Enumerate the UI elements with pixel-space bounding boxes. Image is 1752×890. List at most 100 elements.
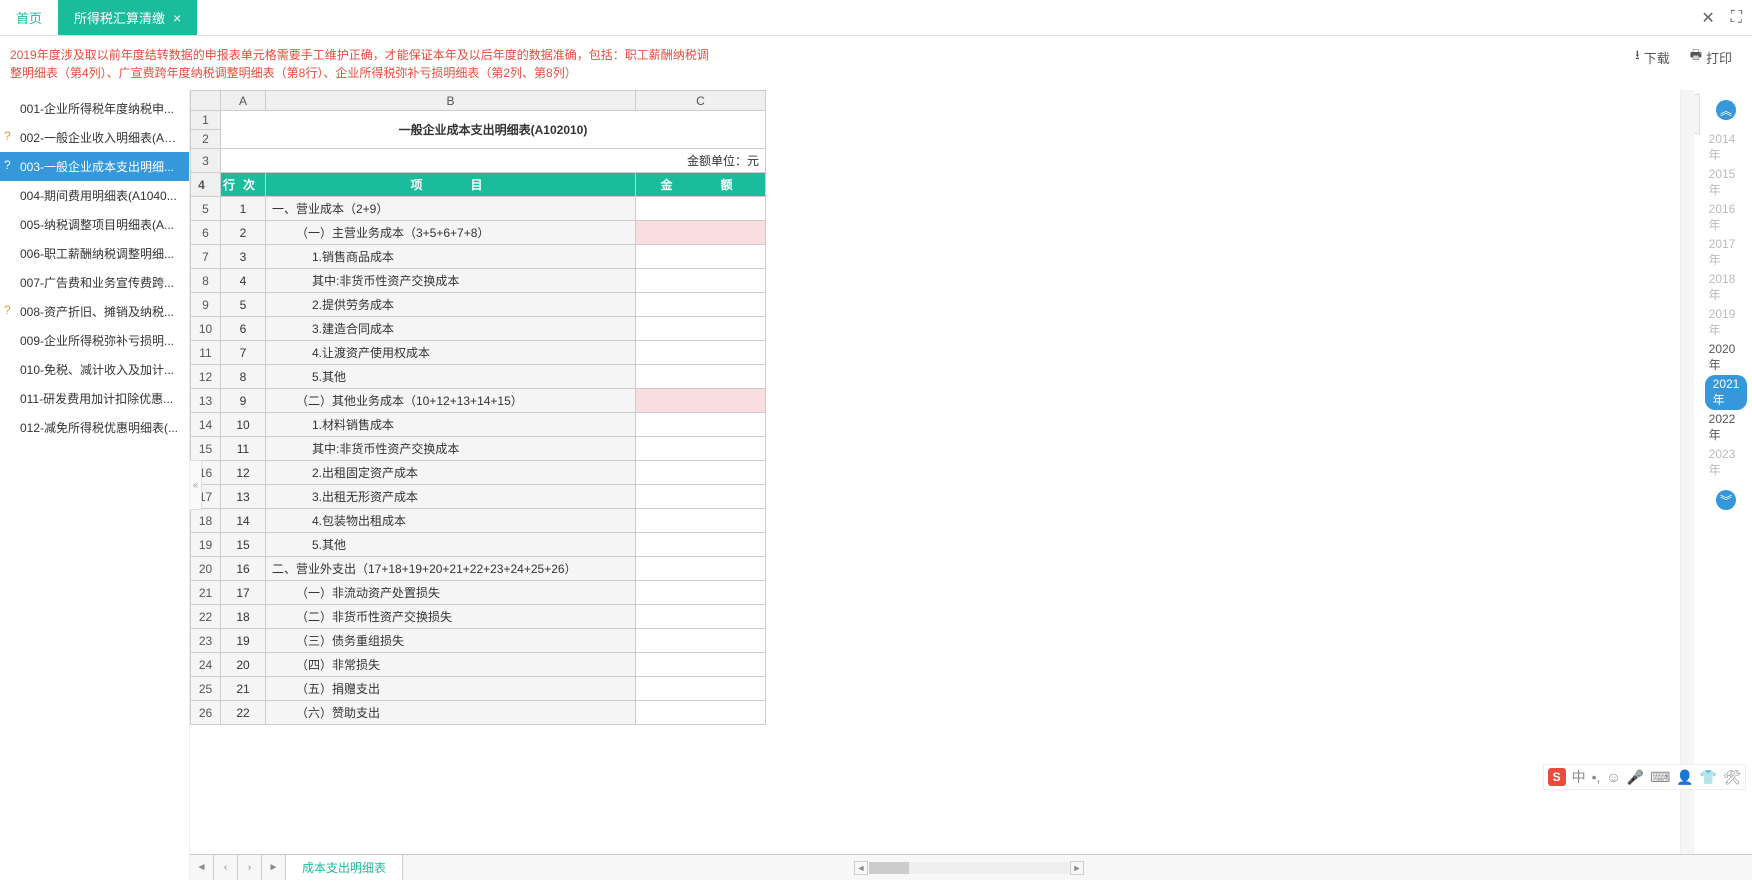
cell-rowno[interactable]: 16: [221, 557, 266, 581]
ime-tool-icon[interactable]: 🛠: [1723, 769, 1741, 786]
fullscreen-icon[interactable]: ⛶: [1731, 9, 1742, 27]
sidebar-item-form-8[interactable]: ?008-资产折旧、摊销及纳税...: [0, 297, 189, 326]
cell-item[interactable]: 4.包装物出租成本: [266, 509, 636, 533]
cell-rowno[interactable]: 7: [221, 341, 266, 365]
cell-item[interactable]: 3.出租无形资产成本: [266, 485, 636, 509]
row-header[interactable]: 3: [191, 149, 221, 173]
ime-lang-icon[interactable]: 中: [1572, 767, 1586, 787]
cell-amount[interactable]: [636, 485, 766, 509]
row-header[interactable]: 14: [191, 413, 221, 437]
cell-rowno[interactable]: 8: [221, 365, 266, 389]
ime-punct-icon[interactable]: •,: [1592, 769, 1601, 785]
cell-amount[interactable]: [636, 197, 766, 221]
hscroll-track[interactable]: [869, 862, 1069, 874]
cell-amount[interactable]: [636, 365, 766, 389]
sidebar-item-form-12[interactable]: 012-减免所得税优惠明细表(...: [0, 413, 189, 442]
sidebar-collapse-handle[interactable]: «: [190, 460, 202, 510]
cell-item[interactable]: 5.其他: [266, 365, 636, 389]
cell-rowno[interactable]: 6: [221, 317, 266, 341]
cell-item[interactable]: 4.让渡资产使用权成本: [266, 341, 636, 365]
cell-item[interactable]: 其中:非货币性资产交换成本: [266, 437, 636, 461]
row-header[interactable]: 10: [191, 317, 221, 341]
cell-item[interactable]: 二、营业外支出（17+18+19+20+21+22+23+24+25+26）: [266, 557, 636, 581]
year-option-2022[interactable]: 2022年: [1705, 410, 1748, 445]
row-header[interactable]: 11: [191, 341, 221, 365]
row-header[interactable]: 21: [191, 581, 221, 605]
cell-item[interactable]: 2.出租固定资产成本: [266, 461, 636, 485]
sidebar-item-form-1[interactable]: 001-企业所得税年度纳税申...: [0, 94, 189, 123]
cell-item[interactable]: （五）捐赠支出: [266, 677, 636, 701]
cell-amount[interactable]: [636, 677, 766, 701]
row-header[interactable]: 12: [191, 365, 221, 389]
sheet-nav-first[interactable]: ◄: [190, 855, 214, 880]
year-option-2016[interactable]: 2016年: [1705, 200, 1748, 235]
cell-amount[interactable]: [636, 437, 766, 461]
sidebar-item-form-9[interactable]: 009-企业所得税弥补亏损明...: [0, 326, 189, 355]
cell-item[interactable]: （六）赞助支出: [266, 701, 636, 725]
cell-rowno[interactable]: 14: [221, 509, 266, 533]
cell-amount[interactable]: [636, 389, 766, 413]
cell-amount[interactable]: [636, 461, 766, 485]
col-header-c[interactable]: C: [636, 91, 766, 111]
year-option-2019[interactable]: 2019年: [1705, 305, 1748, 340]
year-option-2014[interactable]: 2014年: [1705, 130, 1748, 165]
ime-emoji-icon[interactable]: ☺: [1606, 769, 1620, 785]
row-header[interactable]: 2: [191, 130, 221, 149]
cell-item[interactable]: 5.其他: [266, 533, 636, 557]
year-option-2023[interactable]: 2023年: [1705, 445, 1748, 480]
year-option-2015[interactable]: 2015年: [1705, 165, 1748, 200]
row-header[interactable]: 19: [191, 533, 221, 557]
cell-rowno[interactable]: 4: [221, 269, 266, 293]
row-header[interactable]: 4: [191, 173, 221, 197]
cell-item[interactable]: （三）债务重组损失: [266, 629, 636, 653]
cell-rowno[interactable]: 2: [221, 221, 266, 245]
cell-rowno[interactable]: 15: [221, 533, 266, 557]
year-option-2017[interactable]: 2017年: [1705, 235, 1748, 270]
sidebar-item-form-3[interactable]: ?003-一般企业成本支出明细...: [0, 152, 189, 181]
cell-rowno[interactable]: 17: [221, 581, 266, 605]
sidebar-item-form-4[interactable]: 004-期间费用明细表(A1040...: [0, 181, 189, 210]
close-icon[interactable]: ×: [173, 10, 181, 26]
row-header[interactable]: 20: [191, 557, 221, 581]
row-header[interactable]: 18: [191, 509, 221, 533]
cell-item[interactable]: （二）其他业务成本（10+12+13+14+15）: [266, 389, 636, 413]
row-header[interactable]: 15: [191, 437, 221, 461]
corner-cell[interactable]: [191, 91, 221, 111]
cell-amount[interactable]: [636, 341, 766, 365]
row-header[interactable]: 25: [191, 677, 221, 701]
cell-rowno[interactable]: 13: [221, 485, 266, 509]
cell-rowno[interactable]: 20: [221, 653, 266, 677]
sidebar-item-form-2[interactable]: ?002-一般企业收入明细表(A10...: [0, 123, 189, 152]
row-header[interactable]: 5: [191, 197, 221, 221]
cell-amount[interactable]: [636, 509, 766, 533]
cell-item[interactable]: 1.材料销售成本: [266, 413, 636, 437]
cell-amount[interactable]: [636, 533, 766, 557]
sidebar-item-form-7[interactable]: 007-广告费和业务宣传费跨...: [0, 268, 189, 297]
cell-rowno[interactable]: 3: [221, 245, 266, 269]
cell-rowno[interactable]: 21: [221, 677, 266, 701]
cell-amount[interactable]: [636, 605, 766, 629]
cell-rowno[interactable]: 22: [221, 701, 266, 725]
cell-rowno[interactable]: 10: [221, 413, 266, 437]
cell-item[interactable]: （四）非常损失: [266, 653, 636, 677]
cell-amount[interactable]: [636, 701, 766, 725]
cell-rowno[interactable]: 1: [221, 197, 266, 221]
ime-skin-icon[interactable]: 👕: [1700, 769, 1717, 786]
ime-voice-icon[interactable]: 🎤: [1627, 769, 1644, 786]
row-header[interactable]: 13: [191, 389, 221, 413]
cell-rowno[interactable]: 9: [221, 389, 266, 413]
cell-rowno[interactable]: 12: [221, 461, 266, 485]
sidebar-item-form-6[interactable]: 006-职工薪酬纳税调整明细...: [0, 239, 189, 268]
cell-rowno[interactable]: 18: [221, 605, 266, 629]
cell-item[interactable]: （二）非货币性资产交换损失: [266, 605, 636, 629]
cell-amount[interactable]: [636, 413, 766, 437]
cell-item[interactable]: 1.销售商品成本: [266, 245, 636, 269]
tab-tax-settlement[interactable]: 所得税汇算清缴 ×: [58, 0, 197, 35]
sheet-nav-next[interactable]: ›: [238, 855, 262, 880]
sidebar-item-form-11[interactable]: 011-研发费用加计扣除优惠...: [0, 384, 189, 413]
row-header[interactable]: 7: [191, 245, 221, 269]
cell-amount[interactable]: [636, 293, 766, 317]
year-option-2021[interactable]: 2021年: [1705, 375, 1748, 410]
print-button[interactable]: 🖶 打印: [1690, 46, 1732, 68]
year-up-button[interactable]: ︽: [1716, 100, 1736, 120]
